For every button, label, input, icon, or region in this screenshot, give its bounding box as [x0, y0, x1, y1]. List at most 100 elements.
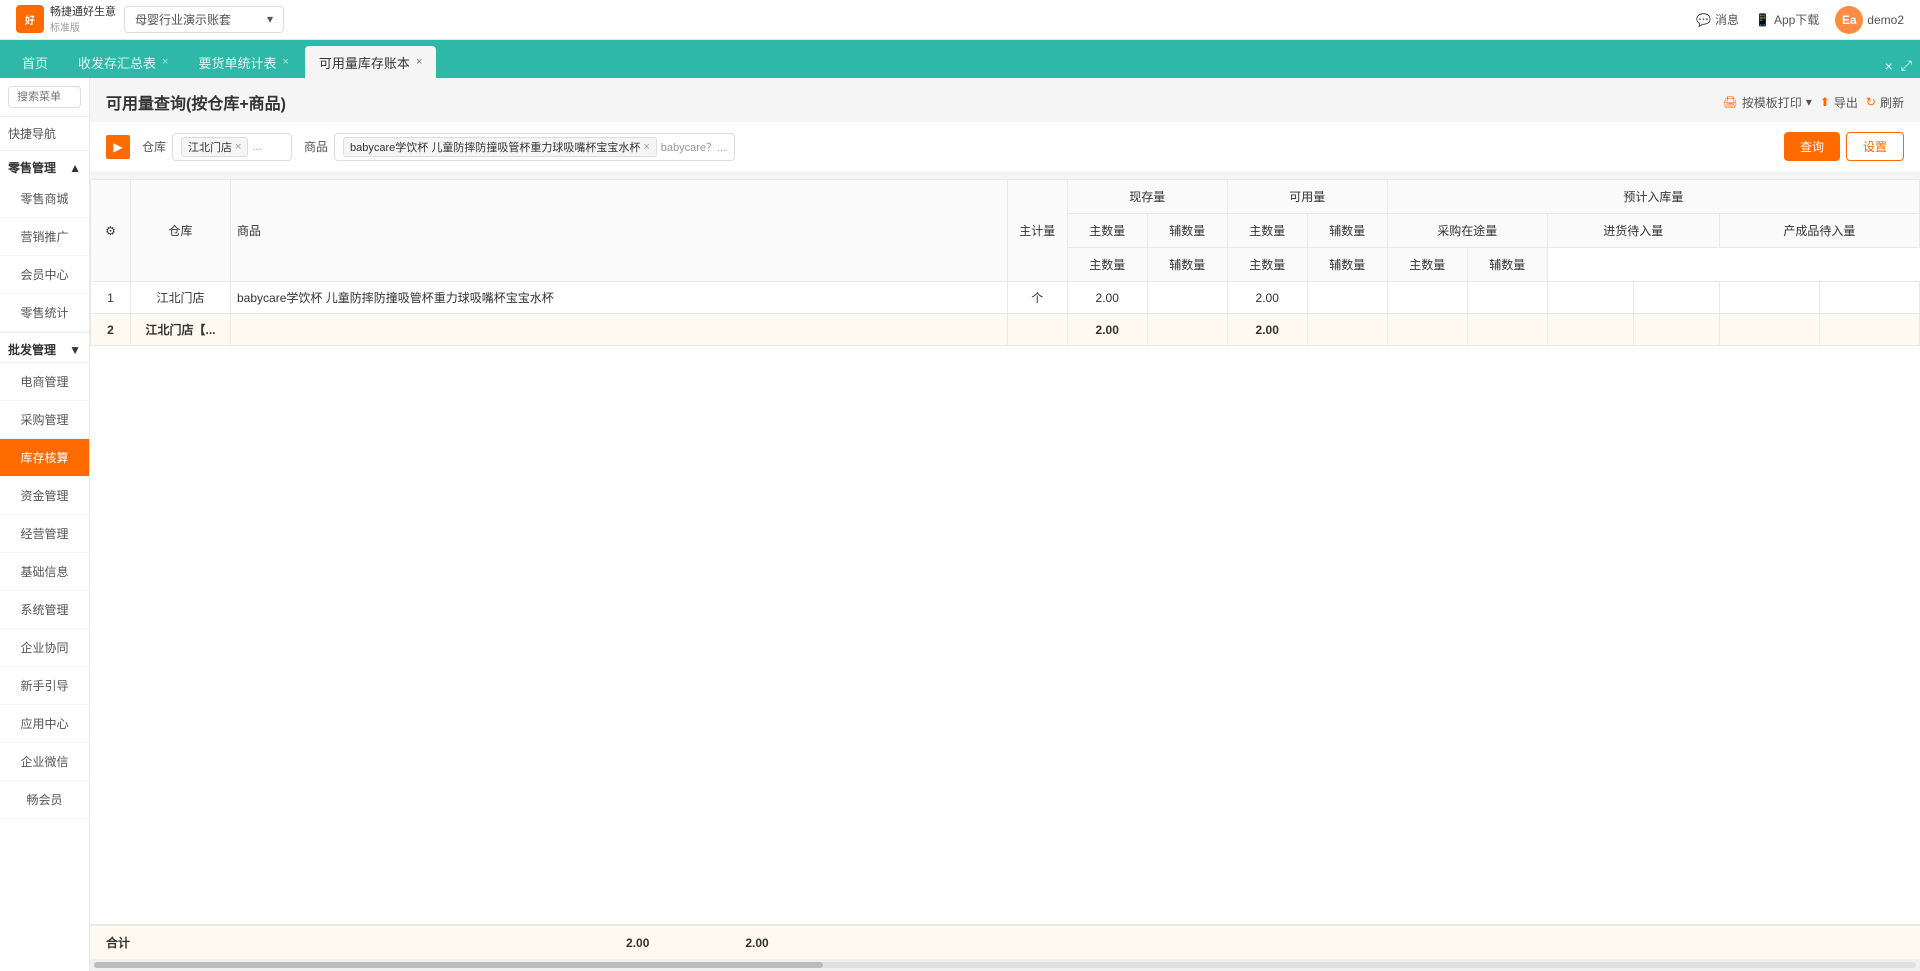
sidebar-label-enterprise-collab: 企业协同 — [20, 639, 68, 656]
subtotal-pt-aux — [1467, 314, 1547, 346]
sidebar-item-marketing[interactable]: 营销推广 — [0, 218, 89, 256]
sidebar-item-purchase-mgmt[interactable]: 采购管理 — [0, 401, 89, 439]
sidebar-item-zero-retail-mall[interactable]: 零售商城 — [0, 180, 89, 218]
sidebar-item-zero-retail-mgmt[interactable]: 零售管理 ▲ — [0, 151, 89, 180]
sidebar-section-retail: 零售管理 ▲ 零售商城 营销推广 会员中心 零售统计 — [0, 151, 89, 333]
sidebar-item-vip-member[interactable]: 畅会员 — [0, 781, 89, 819]
sidebar-item-member-center[interactable]: 会员中心 — [0, 256, 89, 294]
warehouse-tag-container[interactable]: 江北门店 × ... — [172, 133, 292, 161]
search-menu-input[interactable] — [8, 86, 81, 108]
download-label: App下载 — [1774, 11, 1819, 28]
cell-inc-main — [1547, 282, 1633, 314]
message-label: 消息 — [1715, 11, 1739, 28]
sidebar-item-new-guide[interactable]: 新手引导 — [0, 667, 89, 705]
subtotal-product — [231, 314, 1008, 346]
tab-order-stats[interactable]: 要货单统计表 × — [184, 46, 302, 78]
scrollbar-thumb[interactable] — [94, 962, 823, 968]
sidebar-label-new-guide: 新手引导 — [20, 677, 68, 694]
industry-selector[interactable]: 母婴行业演示账套 ▾ — [124, 6, 284, 33]
close-all-tabs-btn[interactable]: × — [1885, 58, 1893, 74]
filter-area: ▶ 仓库 江北门店 × ... 商品 babycare学饮杯 儿童防摔防撞吸管杯… — [90, 122, 1920, 171]
logo-area: 好 畅捷通好生意 标准版 — [16, 5, 116, 34]
sidebar-item-basic-info[interactable]: 基础信息 — [0, 553, 89, 591]
filter-toggle-btn[interactable]: ▶ — [106, 135, 130, 159]
tab-order-stats-close[interactable]: × — [282, 56, 288, 68]
th-purchase-transit: 采购在途量 — [1387, 214, 1547, 248]
product-more[interactable]: babycare？... — [661, 139, 726, 155]
sidebar-label-app-center: 应用中心 — [20, 715, 68, 732]
sidebar-item-enterprise-collab[interactable]: 企业协同 — [0, 629, 89, 667]
message-btn[interactable]: 💬 消息 — [1696, 11, 1739, 28]
refresh-btn[interactable]: ↻ 刷新 — [1866, 94, 1904, 111]
tab-receive-send-label: 收发存汇总表 — [78, 53, 156, 72]
sidebar-item-app-center[interactable]: 应用中心 — [0, 705, 89, 743]
refresh-icon: ↻ — [1866, 95, 1876, 109]
sidebar-item-quick-nav[interactable]: 快捷导航 — [0, 117, 89, 151]
cell-avail-main: 2.00 — [1227, 282, 1307, 314]
page-title: 可用量查询(按仓库+商品) — [106, 90, 286, 114]
warehouse-tag-remove[interactable]: × — [235, 141, 241, 153]
warehouse-filter-group: 仓库 江北门店 × ... — [142, 133, 292, 161]
template-print-btn[interactable]: 🖨 按模板打印 ▾ — [1723, 94, 1812, 111]
subtotal-inc-aux — [1633, 314, 1719, 346]
sidebar: 快捷导航 零售管理 ▲ 零售商城 营销推广 会员中心 零售统计 批发管理 ▼ — [0, 78, 90, 971]
cell-fin-aux — [1819, 282, 1919, 314]
tab-receive-send-close[interactable]: × — [162, 56, 168, 68]
sidebar-label-zero-retail-mgmt: 零售管理 — [8, 159, 56, 176]
search-menu-area — [0, 78, 89, 117]
user-area[interactable]: Ea demo2 — [1835, 6, 1904, 34]
tab-available-stock[interactable]: 可用量库存账本 × — [305, 46, 436, 78]
tab-order-stats-label: 要货单统计表 — [198, 53, 276, 72]
product-tag-text: babycare学饮杯 儿童防摔防撞吸管杯重力球吸嘴杯宝宝水杯 — [350, 139, 640, 155]
settings-btn[interactable]: 设置 — [1846, 132, 1904, 161]
table-row: 1 江北门店 babycare学饮杯 儿童防摔防撞吸管杯重力球吸嘴杯宝宝水杯 个… — [91, 282, 1920, 314]
header-left: 好 畅捷通好生意 标准版 母婴行业演示账套 ▾ — [16, 5, 284, 34]
sidebar-item-retail-stats[interactable]: 零售统计 — [0, 294, 89, 332]
page-actions: 🖨 按模板打印 ▾ ⬆ 导出 ↻ 刷新 — [1723, 94, 1904, 111]
refresh-label: 刷新 — [1880, 94, 1904, 111]
cell-inc-aux — [1633, 282, 1719, 314]
query-btn[interactable]: 查询 — [1784, 132, 1840, 161]
sidebar-item-system-mgmt[interactable]: 系统管理 — [0, 591, 89, 629]
filter-actions: 查询 设置 — [1784, 132, 1904, 161]
message-icon: 💬 — [1696, 13, 1711, 27]
content-area: 可用量查询(按仓库+商品) 🖨 按模板打印 ▾ ⬆ 导出 ↻ 刷新 ▶ — [90, 78, 1920, 971]
export-btn[interactable]: ⬆ 导出 — [1820, 94, 1858, 111]
sidebar-label-vip-member: 畅会员 — [26, 791, 62, 808]
industry-name: 母婴行业演示账套 — [135, 11, 231, 28]
sidebar-label-operations-mgmt: 经营管理 — [20, 525, 68, 542]
app-download-btn[interactable]: 📱 App下载 — [1755, 11, 1819, 28]
warehouse-tag-text: 江北门店 — [188, 139, 232, 155]
subtotal-index: 2 — [91, 314, 131, 346]
th-product: 商品 — [231, 180, 1008, 282]
export-icon: ⬆ — [1820, 95, 1830, 109]
sidebar-label-enterprise-wechat: 企业微信 — [20, 753, 68, 770]
top-header: 好 畅捷通好生意 标准版 母婴行业演示账套 ▾ 💬 消息 📱 App下载 Ea … — [0, 0, 1920, 40]
th-warehouse: 仓库 — [131, 180, 231, 282]
warehouse-more[interactable]: ... — [252, 141, 261, 153]
horizontal-scrollbar[interactable] — [90, 959, 1920, 971]
tab-receive-send[interactable]: 收发存汇总表 × — [64, 46, 182, 78]
subtotal-warehouse: 江北门店【... — [131, 314, 231, 346]
tab-available-stock-close[interactable]: × — [416, 56, 422, 68]
th-unit: 主计量 — [1007, 180, 1067, 282]
expand-btn[interactable]: ⤢ — [1901, 57, 1912, 74]
sidebar-item-ecommerce-mgmt[interactable]: 电商管理 — [0, 363, 89, 401]
tab-bar: 首页 收发存汇总表 × 要货单统计表 × 可用量库存账本 × × ⤢ — [0, 40, 1920, 78]
th-fin-main: 主数量 — [1387, 248, 1467, 282]
product-tag-remove[interactable]: × — [643, 141, 649, 153]
sidebar-item-operations-mgmt[interactable]: 经营管理 — [0, 515, 89, 553]
sidebar-label-inventory-check: 库存核算 — [20, 449, 68, 466]
tab-home[interactable]: 首页 — [8, 46, 62, 78]
table-container: ⚙ 仓库 商品 主计量 现存量 可用量 预计入库量 主数量 辅数量 主数量 辅数… — [90, 179, 1920, 924]
warehouse-label: 仓库 — [142, 138, 166, 155]
subtotal-stock-main: 2.00 — [1067, 314, 1147, 346]
cell-product: babycare学饮杯 儿童防摔防撞吸管杯重力球吸嘴杯宝宝水杯 — [231, 282, 1008, 314]
product-tag-container[interactable]: babycare学饮杯 儿童防摔防撞吸管杯重力球吸嘴杯宝宝水杯 × babyca… — [334, 133, 735, 161]
sidebar-item-finance-mgmt[interactable]: 资金管理 — [0, 477, 89, 515]
th-finished: 产成品待入量 — [1719, 214, 1919, 248]
sidebar-item-inventory-check[interactable]: 库存核算 — [0, 439, 89, 477]
sidebar-item-wholesale-mgmt[interactable]: 批发管理 ▼ — [0, 333, 89, 362]
th-gear[interactable]: ⚙ — [91, 180, 131, 282]
sidebar-item-enterprise-wechat[interactable]: 企业微信 — [0, 743, 89, 781]
